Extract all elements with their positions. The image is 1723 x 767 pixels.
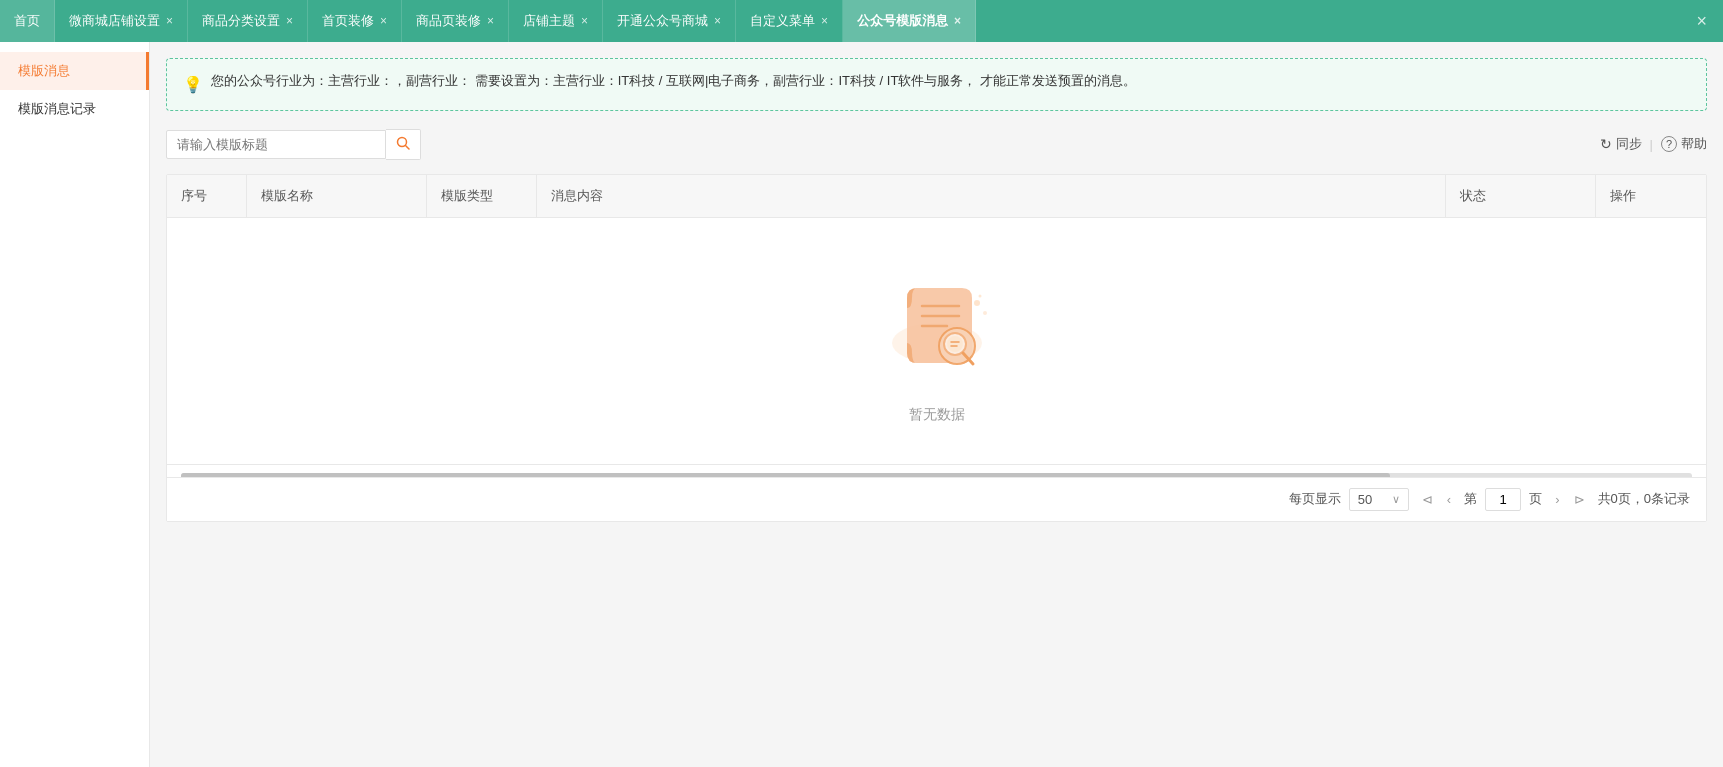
- table-header: 序号 模版名称 模版类型 消息内容 状态 操作: [167, 175, 1706, 218]
- next-page-button[interactable]: ›: [1550, 490, 1564, 509]
- horizontal-scrollbar[interactable]: [167, 464, 1706, 477]
- page-size-value: 50: [1358, 492, 1372, 507]
- help-button[interactable]: ? 帮助: [1661, 135, 1707, 153]
- tab-home-decor-label: 首页装修: [322, 12, 374, 30]
- tab-shop-theme-label: 店铺主题: [523, 12, 575, 30]
- th-name: 模版名称: [247, 175, 427, 217]
- sync-button[interactable]: ↻ 同步: [1600, 135, 1642, 153]
- search-bar: ↻ 同步 | ? 帮助: [166, 129, 1707, 160]
- tab-product-category[interactable]: 商品分类设置 ×: [188, 0, 308, 42]
- tab-custom-menu[interactable]: 自定义菜单 ×: [736, 0, 843, 42]
- prev-page-button[interactable]: ‹: [1442, 490, 1456, 509]
- sidebar-item-template-msg-log[interactable]: 模版消息记录: [0, 90, 149, 128]
- close-all-button[interactable]: ×: [1680, 11, 1723, 32]
- search-button[interactable]: [386, 129, 421, 160]
- top-nav: 首页 微商城店铺设置 × 商品分类设置 × 首页装修 × 商品页装修 × 店铺主…: [0, 0, 1723, 42]
- svg-point-14: [978, 294, 981, 297]
- notice-suffix: 才能正常发送预置的消息。: [980, 73, 1136, 88]
- tab-open-mall-label: 开通公众号商城: [617, 12, 708, 30]
- svg-line-1: [406, 145, 410, 149]
- sidebar-item-template-msg-label: 模版消息: [18, 63, 70, 78]
- tab-wechat-shop[interactable]: 微商城店铺设置 ×: [55, 0, 188, 42]
- scrollbar-thumb: [181, 473, 1390, 477]
- tab-template-msg-label: 公众号模版消息: [857, 12, 948, 30]
- table: 序号 模版名称 模版类型 消息内容 状态 操作: [166, 174, 1707, 522]
- tab-custom-menu-close[interactable]: ×: [821, 14, 828, 28]
- layout: 模版消息 模版消息记录 💡 您的公众号行业为：主营行业：，副营行业： 需要设置为…: [0, 42, 1723, 767]
- tab-template-msg[interactable]: 公众号模版消息 ×: [843, 0, 976, 42]
- search-right: ↻ 同步 | ? 帮助: [1600, 135, 1707, 153]
- page-label: 页: [1529, 490, 1542, 508]
- tab-product-page[interactable]: 商品页装修 ×: [402, 0, 509, 42]
- tab-open-mall-close[interactable]: ×: [714, 14, 721, 28]
- search-input[interactable]: [166, 130, 386, 159]
- tab-template-msg-close[interactable]: ×: [954, 14, 961, 28]
- search-icon: [396, 136, 410, 150]
- th-content: 消息内容: [537, 175, 1446, 217]
- tab-wechat-shop-close[interactable]: ×: [166, 14, 173, 28]
- scrollbar-track: [181, 473, 1692, 477]
- page-prefix: 第: [1464, 490, 1477, 508]
- divider: |: [1650, 137, 1653, 152]
- tab-product-page-close[interactable]: ×: [487, 14, 494, 28]
- tab-shop-theme-close[interactable]: ×: [581, 14, 588, 28]
- notice-icon: 💡: [183, 72, 203, 98]
- empty-illustration: [877, 268, 997, 388]
- sidebar-item-template-msg[interactable]: 模版消息: [0, 52, 149, 90]
- page-size-label: 每页显示: [1289, 490, 1341, 508]
- svg-point-8: [947, 336, 963, 352]
- help-icon: ?: [1661, 136, 1677, 152]
- tab-product-category-close[interactable]: ×: [286, 14, 293, 28]
- sync-icon: ↻: [1600, 136, 1612, 152]
- th-type: 模版类型: [427, 175, 537, 217]
- pagination: 每页显示 50 ∨ ⊲ ‹ 第 页 › ⊳ 共0页，0条记录: [167, 477, 1706, 521]
- notice-prefix: 您的公众号行业为：主营行业：，副营行业：: [211, 73, 471, 88]
- notice-highlight: 需要设置为：主营行业：IT科技 / 互联网|电子商务，副营行业：IT科技 / I…: [475, 73, 977, 88]
- tab-wechat-shop-label: 微商城店铺设置: [69, 12, 160, 30]
- tab-home-decor-close[interactable]: ×: [380, 14, 387, 28]
- tab-home-decor[interactable]: 首页装修 ×: [308, 0, 402, 42]
- sync-label: 同步: [1616, 135, 1642, 153]
- tab-custom-menu-label: 自定义菜单: [750, 12, 815, 30]
- page-total: 共0页，0条记录: [1598, 490, 1690, 508]
- sidebar: 模版消息 模版消息记录: [0, 42, 150, 767]
- dropdown-icon: ∨: [1392, 493, 1400, 506]
- main-content: 💡 您的公众号行业为：主营行业：，副营行业： 需要设置为：主营行业：IT科技 /…: [150, 42, 1723, 767]
- first-page-button[interactable]: ⊲: [1417, 490, 1438, 509]
- tab-product-page-label: 商品页装修: [416, 12, 481, 30]
- help-label: 帮助: [1681, 135, 1707, 153]
- tab-shop-theme[interactable]: 店铺主题 ×: [509, 0, 603, 42]
- notice-text: 您的公众号行业为：主营行业：，副营行业： 需要设置为：主营行业：IT科技 / 互…: [211, 71, 1136, 92]
- empty-state: 暂无数据: [167, 218, 1706, 464]
- tab-home-label: 首页: [14, 12, 40, 30]
- page-size-select[interactable]: 50 ∨: [1349, 488, 1409, 511]
- tab-product-category-label: 商品分类设置: [202, 12, 280, 30]
- page-navigation: ⊲ ‹ 第 页 › ⊳: [1417, 488, 1590, 511]
- tab-open-mall[interactable]: 开通公众号商城 ×: [603, 0, 736, 42]
- th-action: 操作: [1596, 175, 1706, 217]
- search-left: [166, 129, 421, 160]
- svg-point-13: [983, 311, 987, 315]
- th-index: 序号: [167, 175, 247, 217]
- svg-point-12: [974, 300, 980, 306]
- tab-home[interactable]: 首页: [0, 0, 55, 42]
- sidebar-item-template-msg-log-label: 模版消息记录: [18, 101, 96, 116]
- last-page-button[interactable]: ⊳: [1569, 490, 1590, 509]
- notice-box: 💡 您的公众号行业为：主营行业：，副营行业： 需要设置为：主营行业：IT科技 /…: [166, 58, 1707, 111]
- empty-text: 暂无数据: [909, 406, 965, 424]
- th-status: 状态: [1446, 175, 1596, 217]
- page-input[interactable]: [1485, 488, 1521, 511]
